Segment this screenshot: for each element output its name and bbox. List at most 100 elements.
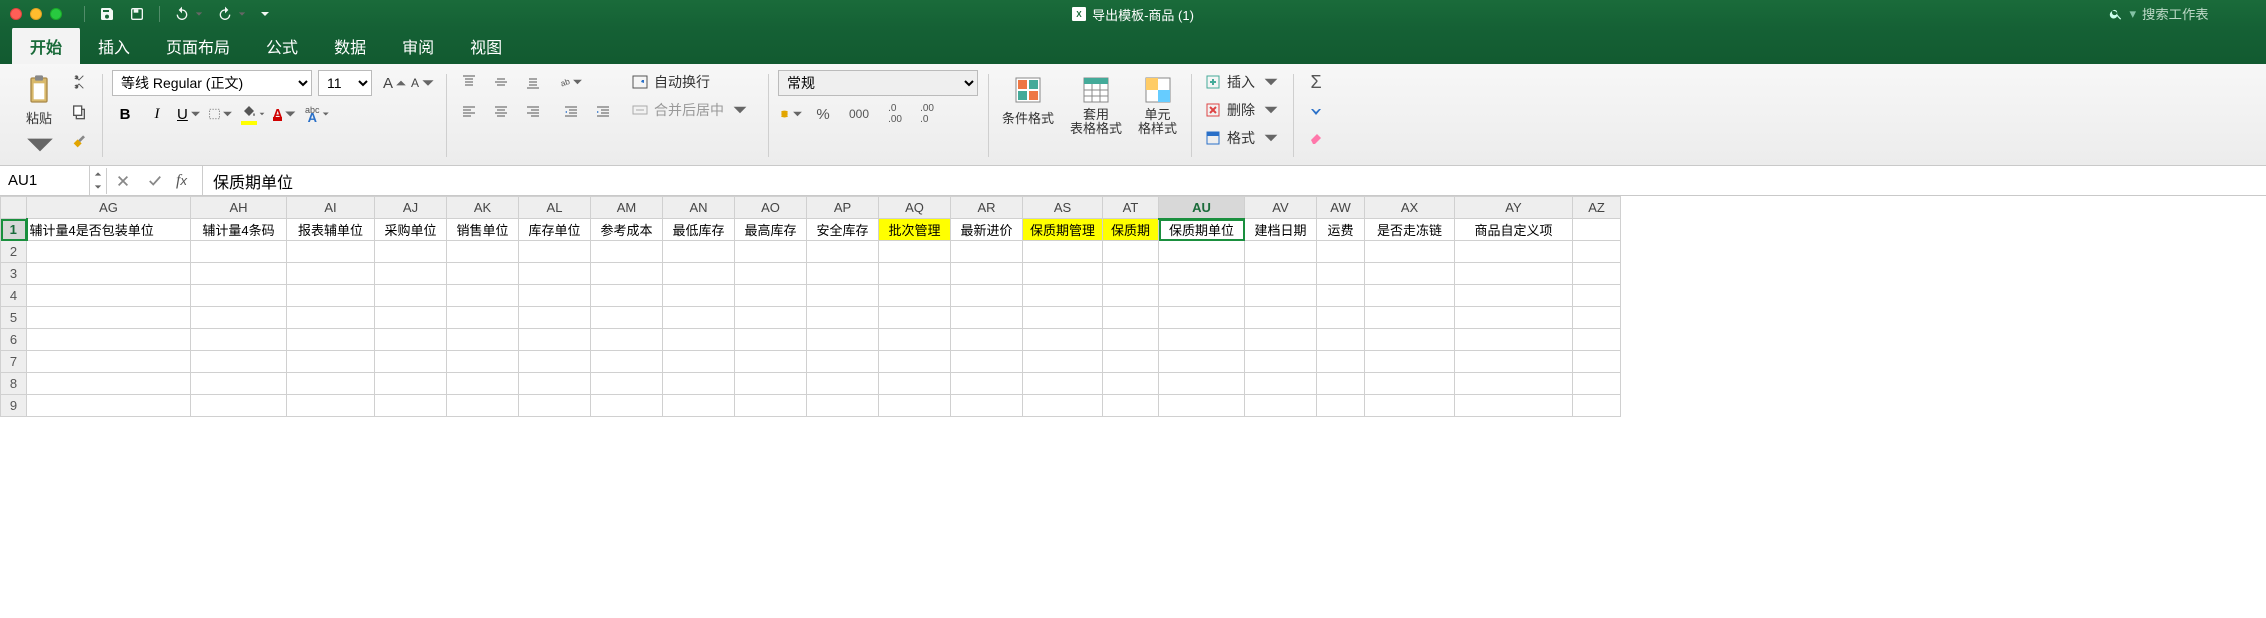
cell[interactable]: 库存单位 bbox=[519, 219, 591, 241]
number-format-select[interactable]: 常规 bbox=[778, 70, 978, 96]
spreadsheet-grid[interactable]: AGAHAIAJAKALAMANAOAPAQARASATAUAVAWAXAYAZ… bbox=[0, 196, 2266, 417]
minimize-window[interactable] bbox=[30, 8, 42, 20]
cell[interactable] bbox=[191, 241, 287, 263]
cell[interactable] bbox=[1365, 329, 1455, 351]
cell[interactable] bbox=[663, 351, 735, 373]
cell[interactable] bbox=[1103, 307, 1159, 329]
cell[interactable] bbox=[735, 263, 807, 285]
font-name-select[interactable]: 等线 Regular (正文) bbox=[112, 70, 312, 96]
cell[interactable]: 报表辅单位 bbox=[287, 219, 375, 241]
phonetic-button[interactable]: abcA bbox=[304, 102, 330, 126]
cell[interactable] bbox=[27, 263, 191, 285]
cell[interactable] bbox=[519, 351, 591, 373]
increase-decimal-button[interactable]: .0.00 bbox=[882, 102, 908, 126]
align-center-button[interactable] bbox=[488, 100, 514, 124]
cell[interactable]: 运费 bbox=[1317, 219, 1365, 241]
cell[interactable]: 保质期 bbox=[1103, 219, 1159, 241]
column-header[interactable]: AJ bbox=[375, 197, 447, 219]
cell[interactable] bbox=[27, 373, 191, 395]
cell[interactable] bbox=[375, 329, 447, 351]
cell[interactable] bbox=[807, 329, 879, 351]
conditional-format-button[interactable]: 条件格式 bbox=[998, 70, 1058, 136]
cell[interactable] bbox=[1573, 351, 1621, 373]
cell[interactable] bbox=[1023, 351, 1103, 373]
cell-styles-button[interactable]: 单元 格样式 bbox=[1134, 70, 1181, 136]
cell[interactable] bbox=[1455, 351, 1573, 373]
row-header[interactable]: 4 bbox=[1, 285, 27, 307]
cell[interactable] bbox=[1365, 241, 1455, 263]
cell[interactable] bbox=[447, 285, 519, 307]
column-header[interactable]: AX bbox=[1365, 197, 1455, 219]
cell[interactable] bbox=[27, 241, 191, 263]
cell[interactable] bbox=[879, 351, 951, 373]
cell[interactable] bbox=[1455, 373, 1573, 395]
cancel-formula-button[interactable] bbox=[107, 166, 139, 195]
cell[interactable] bbox=[191, 395, 287, 417]
row-header[interactable]: 6 bbox=[1, 329, 27, 351]
cell[interactable] bbox=[1159, 351, 1245, 373]
cell[interactable] bbox=[1317, 373, 1365, 395]
cell[interactable] bbox=[1317, 263, 1365, 285]
column-header[interactable]: AM bbox=[591, 197, 663, 219]
insert-cells-button[interactable]: 插入 bbox=[1201, 70, 1283, 94]
cell[interactable] bbox=[447, 351, 519, 373]
cell[interactable] bbox=[879, 307, 951, 329]
cell[interactable] bbox=[1159, 395, 1245, 417]
decrease-font-button[interactable]: A bbox=[410, 71, 436, 95]
cell[interactable] bbox=[1573, 329, 1621, 351]
cell[interactable] bbox=[1573, 263, 1621, 285]
cell[interactable] bbox=[1317, 395, 1365, 417]
column-header[interactable]: AQ bbox=[879, 197, 951, 219]
redo-button[interactable] bbox=[217, 6, 246, 22]
cell[interactable] bbox=[1455, 395, 1573, 417]
cell[interactable] bbox=[1455, 285, 1573, 307]
cell[interactable] bbox=[519, 285, 591, 307]
name-step-up[interactable] bbox=[90, 168, 106, 181]
cell[interactable] bbox=[1159, 329, 1245, 351]
column-header[interactable]: AT bbox=[1103, 197, 1159, 219]
cell[interactable] bbox=[735, 329, 807, 351]
cell[interactable] bbox=[287, 395, 375, 417]
cell[interactable] bbox=[375, 263, 447, 285]
cell[interactable] bbox=[1023, 263, 1103, 285]
cell[interactable] bbox=[1023, 395, 1103, 417]
cell[interactable]: 最低库存 bbox=[663, 219, 735, 241]
cell[interactable] bbox=[735, 285, 807, 307]
cut-button[interactable] bbox=[66, 70, 92, 94]
cell[interactable] bbox=[591, 307, 663, 329]
row-header[interactable]: 7 bbox=[1, 351, 27, 373]
cell[interactable]: 采购单位 bbox=[375, 219, 447, 241]
cell[interactable] bbox=[519, 373, 591, 395]
cell[interactable] bbox=[1245, 263, 1317, 285]
cell[interactable] bbox=[807, 351, 879, 373]
cell[interactable] bbox=[191, 329, 287, 351]
column-header[interactable]: AP bbox=[807, 197, 879, 219]
cell[interactable] bbox=[1245, 395, 1317, 417]
font-size-select[interactable]: 11 bbox=[318, 70, 372, 96]
align-middle-button[interactable] bbox=[488, 70, 514, 94]
cell[interactable] bbox=[1103, 263, 1159, 285]
save-as-icon[interactable] bbox=[129, 6, 145, 22]
cell[interactable] bbox=[1023, 307, 1103, 329]
row-header[interactable]: 1 bbox=[1, 219, 27, 241]
cell[interactable] bbox=[951, 373, 1023, 395]
row-header[interactable]: 9 bbox=[1, 395, 27, 417]
cell[interactable] bbox=[879, 241, 951, 263]
cell[interactable] bbox=[1023, 373, 1103, 395]
cell[interactable] bbox=[591, 241, 663, 263]
cell[interactable] bbox=[1245, 285, 1317, 307]
cell[interactable] bbox=[1365, 285, 1455, 307]
cell[interactable] bbox=[519, 329, 591, 351]
merge-center-button[interactable]: 合并后居中 bbox=[628, 98, 758, 122]
cell[interactable] bbox=[1245, 307, 1317, 329]
cell[interactable] bbox=[879, 395, 951, 417]
percent-button[interactable]: % bbox=[810, 102, 836, 126]
column-header[interactable]: AL bbox=[519, 197, 591, 219]
cell[interactable] bbox=[191, 263, 287, 285]
cell[interactable] bbox=[447, 395, 519, 417]
paste-button[interactable]: 粘贴 bbox=[18, 70, 60, 161]
cell[interactable] bbox=[1023, 329, 1103, 351]
cell[interactable] bbox=[663, 373, 735, 395]
insert-function-button[interactable]: fx bbox=[171, 166, 203, 195]
cell[interactable] bbox=[1159, 307, 1245, 329]
